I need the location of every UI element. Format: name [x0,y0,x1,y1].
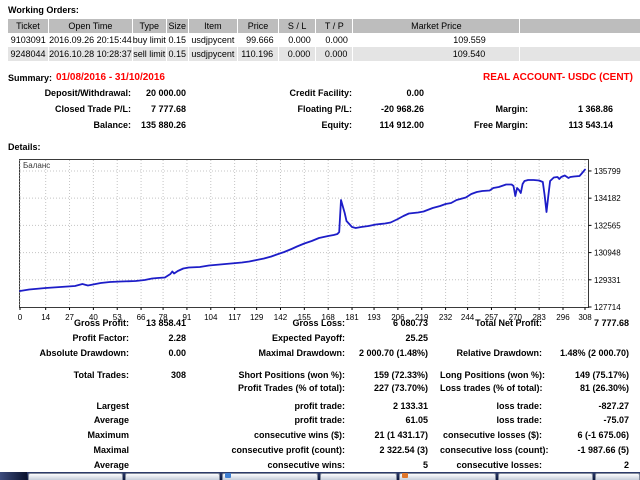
taskbar-button[interactable] [498,473,593,480]
details-label: Maximal Drawdown: [258,348,345,358]
details-value: 2.28 [168,333,186,343]
details-label: consecutive wins ($): [253,430,345,440]
details-row: Maximal consecutive profit (count): 2 322.… [0,444,640,456]
details-label: Long Positions (won %): [440,370,545,380]
mt4-statement-page: Working Orders: Ticket Open Time Type Size I… [0,0,640,480]
app-icon [225,473,231,478]
y-axis-label: 130948 [594,249,621,258]
taskbar-button[interactable] [399,473,496,480]
details-label: consecutive losses ($): [442,430,542,440]
details-row: Profit Trades (% of total): 227 (73.70%) L… [0,382,640,394]
details-value: 149 (75.17%) [574,370,629,380]
details-value: 21 (1 431.17) [374,430,428,440]
details-label: Maximum [87,430,129,440]
taskbar-button[interactable] [28,473,123,480]
y-axis-label: 135799 [594,167,621,176]
details-value: 2 [623,460,629,470]
details-value: -1 987.66 (5) [577,445,629,455]
details-row: Average consecutive wins: 5 consecutive los… [0,459,640,471]
y-axis-label: 129331 [594,276,621,285]
details-label: Expected Payoff: [271,333,345,343]
y-axis-label: 132565 [594,221,621,230]
y-axis-label: 127714 [594,303,621,312]
details-value: 5 [422,460,428,470]
details-value: 6 080.73 [392,318,428,328]
details-label: Gross Profit: [73,318,129,328]
details-label: Profit Trades (% of total): [237,383,345,393]
details-label: consecutive profit (count): [231,445,345,455]
app-icon [402,473,408,478]
details-label: Total Trades: [73,370,129,380]
details-value: 25.25 [405,333,428,343]
details-value: 2 133.31 [392,401,428,411]
details-row: Largest profit trade: 2 133.31 loss trade: -… [0,400,640,412]
details-label: Relative Drawdown: [456,348,542,358]
chart-title: Баланс [23,161,50,170]
details-label: Maximal [93,445,129,455]
details-value: 13 858.41 [145,318,186,328]
details-value: 2 000.70 (1.48%) [358,348,428,358]
details-row: Absolute Drawdown: 0.00 Maximal Drawdown: 2… [0,347,640,359]
details-label: consecutive loss (count): [440,445,549,455]
start-button[interactable] [0,472,27,480]
details-value: 6 (-1 675.06) [577,430,629,440]
details-label: loss trade: [496,401,542,411]
details-label: consecutive losses: [456,460,542,470]
y-axis-label: 134182 [594,194,621,203]
details-label: Absolute Drawdown: [39,348,130,358]
details-label: loss trade: [496,415,542,425]
details-label: Average [93,460,129,470]
details-row: Gross Profit: 13 858.41 Gross Loss: 6 080.7… [0,317,640,329]
taskbar-button[interactable] [320,473,397,480]
details-label: consecutive wins: [267,460,345,470]
details-row: Total Trades: 308 Short Positions (won %):… [0,369,640,381]
details-value: -75.07 [603,415,629,425]
details-value: 7 777.68 [593,318,629,328]
taskbar [0,472,640,480]
details-label: Largest [96,401,129,411]
details-label: Total Net Profit: [475,318,542,328]
balance-chart: 1357991341821325651309481293311277140 14 2… [18,159,621,322]
details-row: Average profit trade: 61.05 loss trade: -75.… [0,414,640,426]
details-row: Maximum consecutive wins ($): 21 (1 431.17… [0,429,640,441]
details-value: 0.00 [168,348,186,358]
details-value: 81 (26.30%) [579,383,629,393]
details-label: profit trade: [294,401,346,411]
details-value: 61.05 [405,415,428,425]
details-value: 308 [170,370,186,380]
details-label: Profit Factor: [72,333,129,343]
details-value: 1.48% (2 000.70) [559,348,629,358]
details-label: Loss trades (% of total): [440,383,543,393]
details-label: Average [93,415,129,425]
details-value: -827.27 [598,401,629,411]
details-value: 227 (73.70%) [373,383,428,393]
details-label: profit trade: [294,415,346,425]
details-label: Short Positions (won %): [238,370,346,380]
details-row: Profit Factor: 2.28 Expected Payoff: 25.25 [0,332,640,344]
details-value: 2 322.54 (3) [379,445,428,455]
taskbar-button[interactable] [222,473,318,480]
details-label: Gross Loss: [292,318,345,328]
details-value: 159 (72.33%) [373,370,428,380]
taskbar-button[interactable] [125,473,220,480]
taskbar-button[interactable] [595,473,640,480]
